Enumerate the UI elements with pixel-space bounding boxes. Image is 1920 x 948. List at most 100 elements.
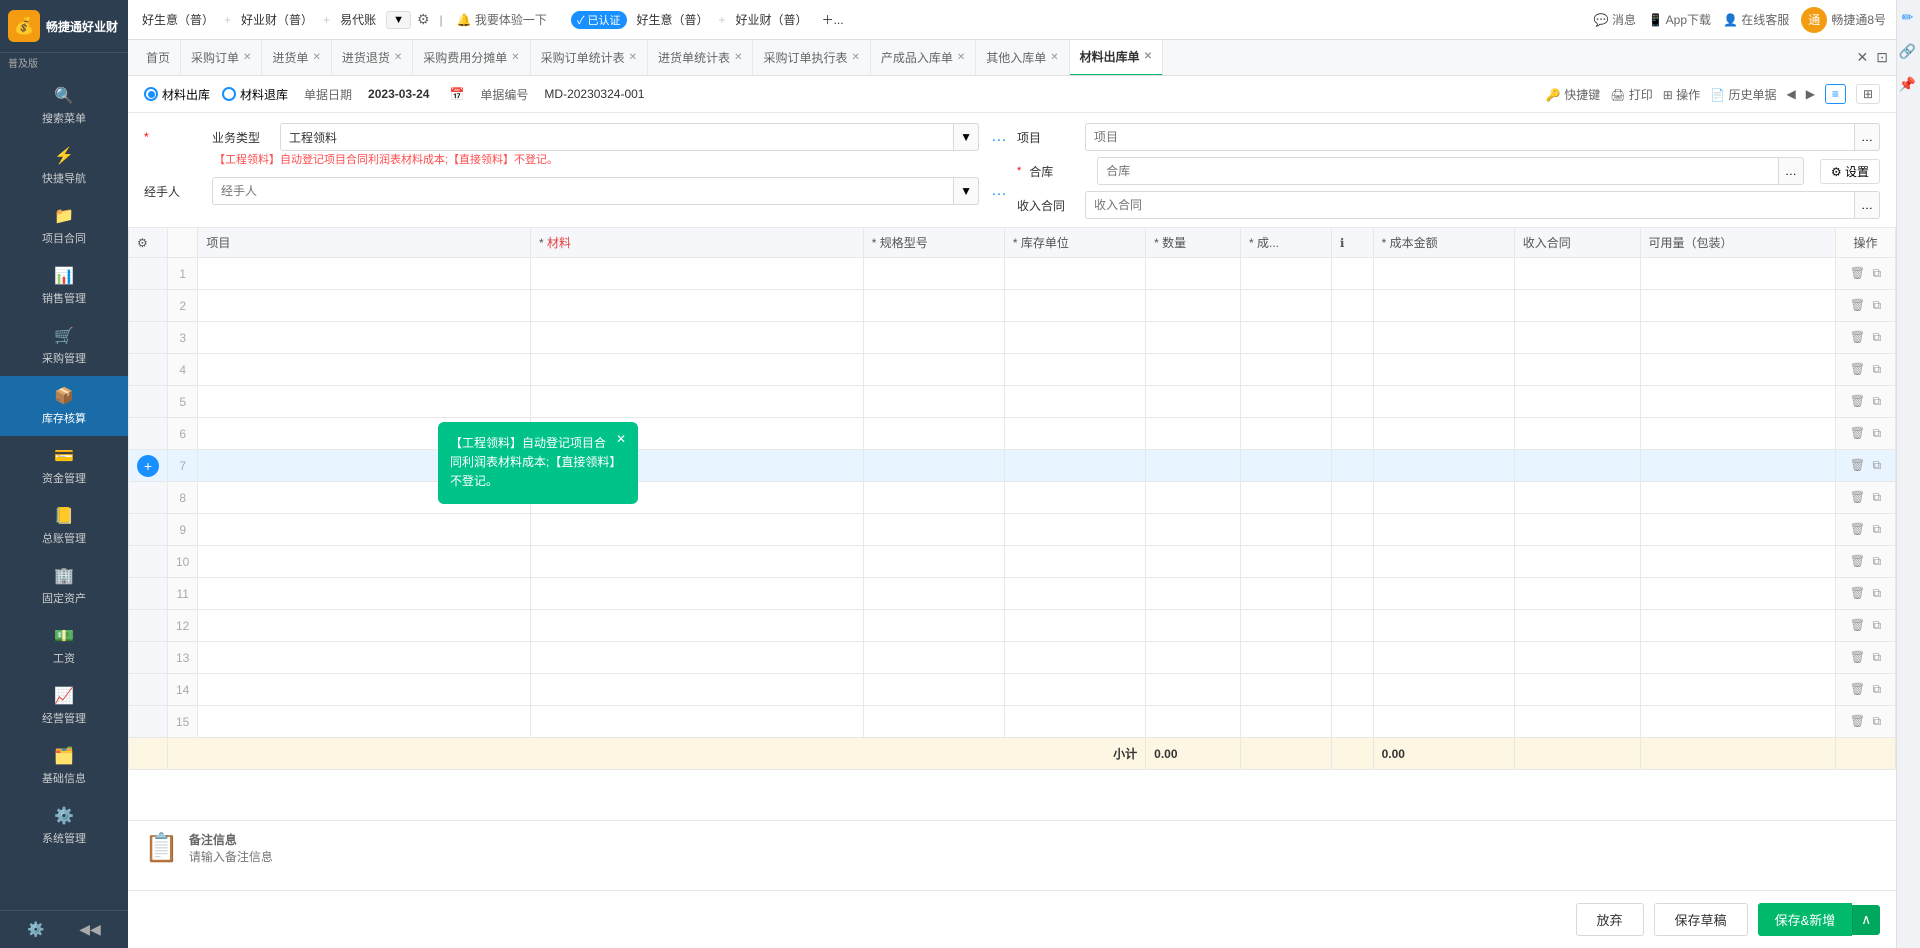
settings-icon[interactable]: ⚙️: [27, 921, 44, 938]
topbar-online-support[interactable]: 👤 在线客服: [1723, 11, 1789, 28]
topbar-user[interactable]: 通 畅捷通8号: [1801, 7, 1886, 33]
tab-close-other_in[interactable]: ✕: [1050, 52, 1058, 63]
row-copy-6[interactable]: ⧉: [1873, 426, 1882, 440]
note-input[interactable]: [189, 848, 1880, 876]
handler-expand[interactable]: …: [991, 182, 1007, 200]
project-arrow[interactable]: …: [1855, 123, 1880, 151]
tab-purchase_exec[interactable]: 采购订单执行表✕: [753, 40, 870, 76]
row-item-15[interactable]: [198, 706, 531, 738]
view-list-btn[interactable]: ≡: [1825, 84, 1846, 104]
row-item-4[interactable]: [198, 354, 531, 386]
tab-purchase_order[interactable]: 采购订单✕: [181, 40, 262, 76]
sidebar-item-operations[interactable]: 📈经营管理: [0, 676, 128, 736]
row-copy-7[interactable]: ⧉: [1873, 458, 1882, 472]
right-panel-link-icon[interactable]: 🔗: [1897, 38, 1920, 63]
topbar-experience[interactable]: 🔔 我要体验一下: [453, 9, 551, 30]
row-copy-14[interactable]: ⧉: [1873, 682, 1882, 696]
row-delete-7[interactable]: 🗑: [1850, 458, 1865, 472]
business-type-arrow[interactable]: ▼: [954, 123, 979, 151]
business-type-input[interactable]: [280, 123, 954, 151]
tab-product_in[interactable]: 产成品入库单✕: [871, 40, 976, 76]
topbar-nav-good-finance[interactable]: 好业财（普）: [237, 9, 317, 30]
row-product-2[interactable]: [531, 290, 864, 322]
tab-goods_return[interactable]: 进货退货✕: [332, 40, 413, 76]
row-delete-11[interactable]: 🗑: [1850, 586, 1865, 600]
row-delete-12[interactable]: 🗑: [1850, 618, 1865, 632]
row-delete-4[interactable]: 🗑: [1850, 362, 1865, 376]
topbar-app-download[interactable]: 📱 App下载: [1648, 11, 1711, 28]
row-product-9[interactable]: [531, 514, 864, 546]
row-copy-11[interactable]: ⧉: [1873, 586, 1882, 600]
row-copy-2[interactable]: ⧉: [1873, 298, 1882, 312]
save-new-btn[interactable]: 保存&新增: [1758, 903, 1853, 936]
view-grid-btn[interactable]: ⊞: [1856, 84, 1880, 104]
row-copy-1[interactable]: ⧉: [1873, 266, 1882, 280]
row-copy-13[interactable]: ⧉: [1873, 650, 1882, 664]
sidebar-item-ledger[interactable]: 📒总账管理: [0, 496, 128, 556]
tab-close-purchase_exec[interactable]: ✕: [851, 52, 859, 63]
row-copy-4[interactable]: ⧉: [1873, 362, 1882, 376]
shortcut-keys-btn[interactable]: 🔑 快捷键: [1546, 86, 1600, 103]
row-copy-8[interactable]: ⧉: [1873, 490, 1882, 504]
col-settings-icon[interactable]: ⚙: [129, 228, 168, 258]
warehouse-arrow[interactable]: …: [1779, 157, 1804, 185]
sidebar-item-basics[interactable]: 🗂️基础信息: [0, 736, 128, 796]
row-delete-5[interactable]: 🗑: [1850, 394, 1865, 408]
discard-btn[interactable]: 放弃: [1576, 903, 1644, 936]
sidebar-item-payroll[interactable]: 💵工资: [0, 616, 128, 676]
radio-material-out[interactable]: 材料出库: [144, 86, 210, 103]
handler-input[interactable]: [212, 177, 954, 205]
topbar-nav-good-biz[interactable]: 好生意（普）: [138, 9, 218, 30]
row-product-4[interactable]: [531, 354, 864, 386]
row-product-5[interactable]: [531, 386, 864, 418]
row-item-13[interactable]: [198, 642, 531, 674]
row-copy-5[interactable]: ⧉: [1873, 394, 1882, 408]
tab-material_out[interactable]: 材料出库单✕: [1070, 40, 1163, 76]
tab-close-product_in[interactable]: ✕: [957, 52, 965, 63]
row-item-10[interactable]: [198, 546, 531, 578]
tab-close-goods_in[interactable]: ✕: [312, 52, 320, 63]
row-item-5[interactable]: [198, 386, 531, 418]
row-product-14[interactable]: [531, 674, 864, 706]
row-product-13[interactable]: [531, 642, 864, 674]
row-product-1[interactable]: [531, 258, 864, 290]
topbar-nav2-good-biz[interactable]: 好生意（普）: [633, 9, 713, 30]
topbar-message[interactable]: 💬 消息: [1594, 11, 1636, 28]
topbar-more-btn[interactable]: ▼: [386, 11, 411, 29]
row-copy-9[interactable]: ⧉: [1873, 522, 1882, 536]
save-new-arrow-btn[interactable]: ∧: [1852, 905, 1880, 935]
save-draft-btn[interactable]: 保存草稿: [1654, 903, 1748, 936]
tab-other_in[interactable]: 其他入库单✕: [976, 40, 1069, 76]
row-copy-3[interactable]: ⧉: [1873, 330, 1882, 344]
business-type-expand[interactable]: …: [991, 128, 1007, 146]
tab-close-goods_stats[interactable]: ✕: [734, 52, 742, 63]
warehouse-input[interactable]: [1097, 157, 1779, 185]
row-item-9[interactable]: [198, 514, 531, 546]
sidebar-item-system[interactable]: ⚙️系统管理: [0, 796, 128, 856]
topbar-nav-agent[interactable]: 易代账: [336, 9, 380, 30]
row-delete-13[interactable]: 🗑: [1850, 650, 1865, 664]
sidebar-item-sales[interactable]: 📊销售管理: [0, 256, 128, 316]
add-row-btn[interactable]: +: [137, 455, 159, 477]
row-delete-15[interactable]: 🗑: [1850, 714, 1865, 728]
tab-purchase_expense[interactable]: 采购费用分摊单✕: [413, 40, 530, 76]
row-product-11[interactable]: [531, 578, 864, 610]
radio-material-return[interactable]: 材料退库: [222, 86, 288, 103]
project-input[interactable]: [1085, 123, 1855, 151]
sidebar-item-quicknav[interactable]: ⚡快捷导航: [0, 136, 128, 196]
sidebar-item-purchase[interactable]: 🛒采购管理: [0, 316, 128, 376]
row-item-2[interactable]: [198, 290, 531, 322]
tab-purchase_stats[interactable]: 采购订单统计表✕: [531, 40, 648, 76]
calendar-icon[interactable]: 📅: [449, 87, 464, 101]
row-item-1[interactable]: [198, 258, 531, 290]
row-delete-8[interactable]: 🗑: [1850, 490, 1865, 504]
row-delete-3[interactable]: 🗑: [1850, 330, 1865, 344]
tooltip-close-icon[interactable]: ✕: [616, 430, 626, 449]
topbar-nav2-more[interactable]: ＋...: [818, 9, 848, 30]
tab-close-material_out[interactable]: ✕: [1144, 51, 1152, 62]
tab-close-purchase_expense[interactable]: ✕: [511, 52, 519, 63]
tab-goods_stats[interactable]: 进货单统计表✕: [648, 40, 753, 76]
settings-btn[interactable]: ⚙ 设置: [1820, 159, 1880, 184]
row-delete-9[interactable]: 🗑: [1850, 522, 1865, 536]
row-product-3[interactable]: [531, 322, 864, 354]
